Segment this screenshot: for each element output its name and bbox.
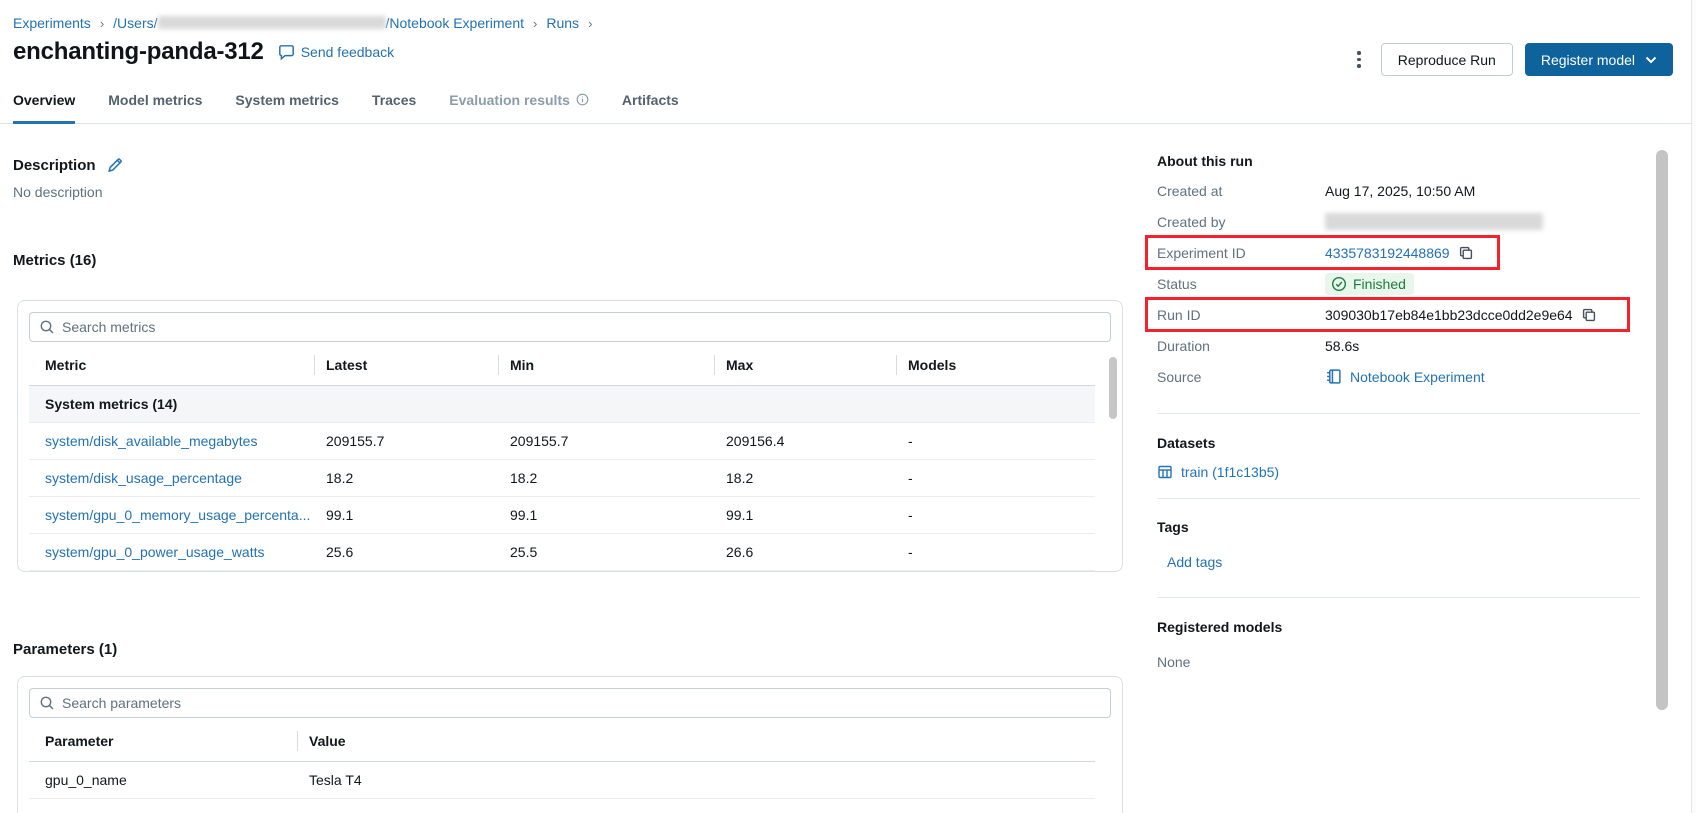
page-title: enchanting-panda-312 [13, 38, 264, 65]
description-heading: Description [13, 157, 96, 174]
col-header-value: Value [297, 718, 1095, 762]
tab-overview[interactable]: Overview [13, 88, 76, 124]
description-empty-text: No description [13, 184, 103, 200]
parameters-heading: Parameters (1) [13, 641, 118, 658]
duration-row: Duration 58.6s [1157, 337, 1360, 354]
kebab-icon [1357, 51, 1361, 55]
search-icon [40, 696, 54, 710]
page-scrollbar-track[interactable] [1691, 0, 1696, 813]
notebook-icon [1327, 369, 1341, 384]
reproduce-run-button[interactable]: Reproduce Run [1380, 43, 1513, 76]
copy-icon[interactable] [1581, 307, 1597, 323]
about-this-run-heading: About this run [1157, 153, 1253, 169]
table-row: system/disk_available_megabytes 209155.7… [29, 422, 1095, 460]
source-link[interactable]: Notebook Experiment [1350, 369, 1485, 385]
run-id-row: Run ID 309030b17eb84e1bb23dcce0dd2e9e64 [1145, 297, 1640, 332]
col-header-models: Models [896, 342, 1095, 386]
run-overview-page: Experiments › /Users//Notebook Experimen… [0, 0, 1696, 813]
sidebar-scrollbar[interactable] [1656, 150, 1668, 710]
metrics-heading: Metrics (16) [13, 252, 97, 269]
breadcrumb-runs[interactable]: Runs [546, 15, 579, 31]
metrics-table-scrollbar[interactable] [1109, 357, 1117, 419]
run-id-value: 309030b17eb84e1bb23dcce0dd2e9e64 [1325, 306, 1573, 323]
metrics-table: Metric Latest Min Max Models System metr… [29, 342, 1095, 571]
experiment-id-row: Experiment ID 4335783192448869 [1145, 235, 1640, 270]
parameters-card: Parameter Value gpu_0_name Tesla T4 [17, 676, 1123, 813]
tab-traces[interactable]: Traces [372, 88, 416, 124]
metric-link[interactable]: system/disk_available_megabytes [45, 433, 257, 449]
metrics-card: Metric Latest Min Max Models System metr… [17, 300, 1123, 572]
chevron-down-icon [1645, 56, 1657, 63]
tab-system-metrics[interactable]: System metrics [235, 88, 339, 124]
tab-evaluation-results[interactable]: Evaluation results [449, 88, 589, 124]
add-tags-link[interactable]: Add tags [1167, 554, 1640, 570]
created-by-row: Created by [1157, 206, 1640, 237]
scrollbar-thumb[interactable] [1656, 150, 1668, 710]
table-icon [1158, 465, 1172, 479]
metrics-search-input[interactable] [29, 312, 1111, 342]
created-at-row: Created at Aug 17, 2025, 10:50 AM [1157, 182, 1476, 199]
feedback-bubble-icon [278, 44, 294, 60]
parameters-search-input[interactable] [29, 688, 1111, 718]
dataset-item: train (1f1c13b5) [1157, 464, 1640, 480]
metric-link[interactable]: system/gpu_0_power_usage_watts [45, 544, 264, 560]
divider [1157, 597, 1640, 598]
table-row: system/gpu_0_memory_usage_percenta... 99… [29, 496, 1095, 534]
status-badge: Finished [1325, 272, 1414, 295]
col-header-min: Min [498, 342, 714, 386]
table-row: system/gpu_0_power_usage_watts 25.6 25.5… [29, 533, 1095, 571]
registered-models-value: None [1157, 654, 1191, 670]
chevron-right-icon: › [533, 15, 538, 31]
created-by-redacted [1325, 213, 1543, 230]
overflow-menu-button[interactable] [1349, 43, 1369, 76]
check-circle-icon [1331, 276, 1347, 291]
register-model-button[interactable]: Register model [1524, 43, 1673, 76]
source-row: Source Notebook Experiment [1157, 368, 1485, 385]
metric-link[interactable]: system/disk_usage_percentage [45, 470, 242, 486]
search-icon [40, 320, 54, 334]
chevron-right-icon: › [99, 15, 105, 31]
metrics-group-row: System metrics (14) [29, 385, 1095, 423]
tab-artifacts[interactable]: Artifacts [622, 88, 679, 124]
status-row: Status Finished [1157, 268, 1640, 299]
copy-icon[interactable] [1458, 245, 1474, 261]
col-header-max: Max [714, 342, 896, 386]
metric-link[interactable]: system/gpu_0_memory_usage_percenta... [45, 507, 310, 523]
divider [1157, 498, 1640, 499]
tags-heading: Tags [1157, 519, 1189, 535]
divider [1157, 413, 1640, 414]
info-icon [576, 93, 589, 106]
chevron-right-icon: › [588, 15, 593, 31]
tab-bar: Overview Model metrics System metrics Tr… [0, 88, 1696, 124]
registered-models-heading: Registered models [1157, 619, 1283, 635]
datasets-heading: Datasets [1157, 435, 1216, 451]
created-at-value: Aug 17, 2025, 10:50 AM [1325, 182, 1476, 199]
col-header-parameter: Parameter [29, 718, 297, 762]
experiment-id-link[interactable]: 4335783192448869 [1325, 245, 1450, 261]
parameters-table: Parameter Value gpu_0_name Tesla T4 [29, 718, 1095, 799]
table-row: system/disk_usage_percentage 18.2 18.2 1… [29, 459, 1095, 497]
breadcrumb-experiment-path[interactable]: /Users//Notebook Experiment [113, 15, 524, 31]
tab-model-metrics[interactable]: Model metrics [108, 88, 202, 124]
duration-value: 58.6s [1325, 337, 1360, 354]
col-header-latest: Latest [314, 342, 498, 386]
dataset-link[interactable]: train (1f1c13b5) [1181, 464, 1279, 480]
send-feedback-link[interactable]: Send feedback [278, 44, 394, 61]
edit-pencil-icon[interactable] [106, 157, 123, 174]
col-header-metric: Metric [29, 342, 314, 386]
redacted-user-path [157, 16, 386, 29]
table-row: gpu_0_name Tesla T4 [29, 761, 1095, 799]
breadcrumb-experiments[interactable]: Experiments [13, 15, 91, 31]
run-details-sidebar: About this run Created at Aug 17, 2025, … [1145, 124, 1640, 670]
breadcrumb: Experiments › /Users//Notebook Experimen… [13, 15, 601, 31]
